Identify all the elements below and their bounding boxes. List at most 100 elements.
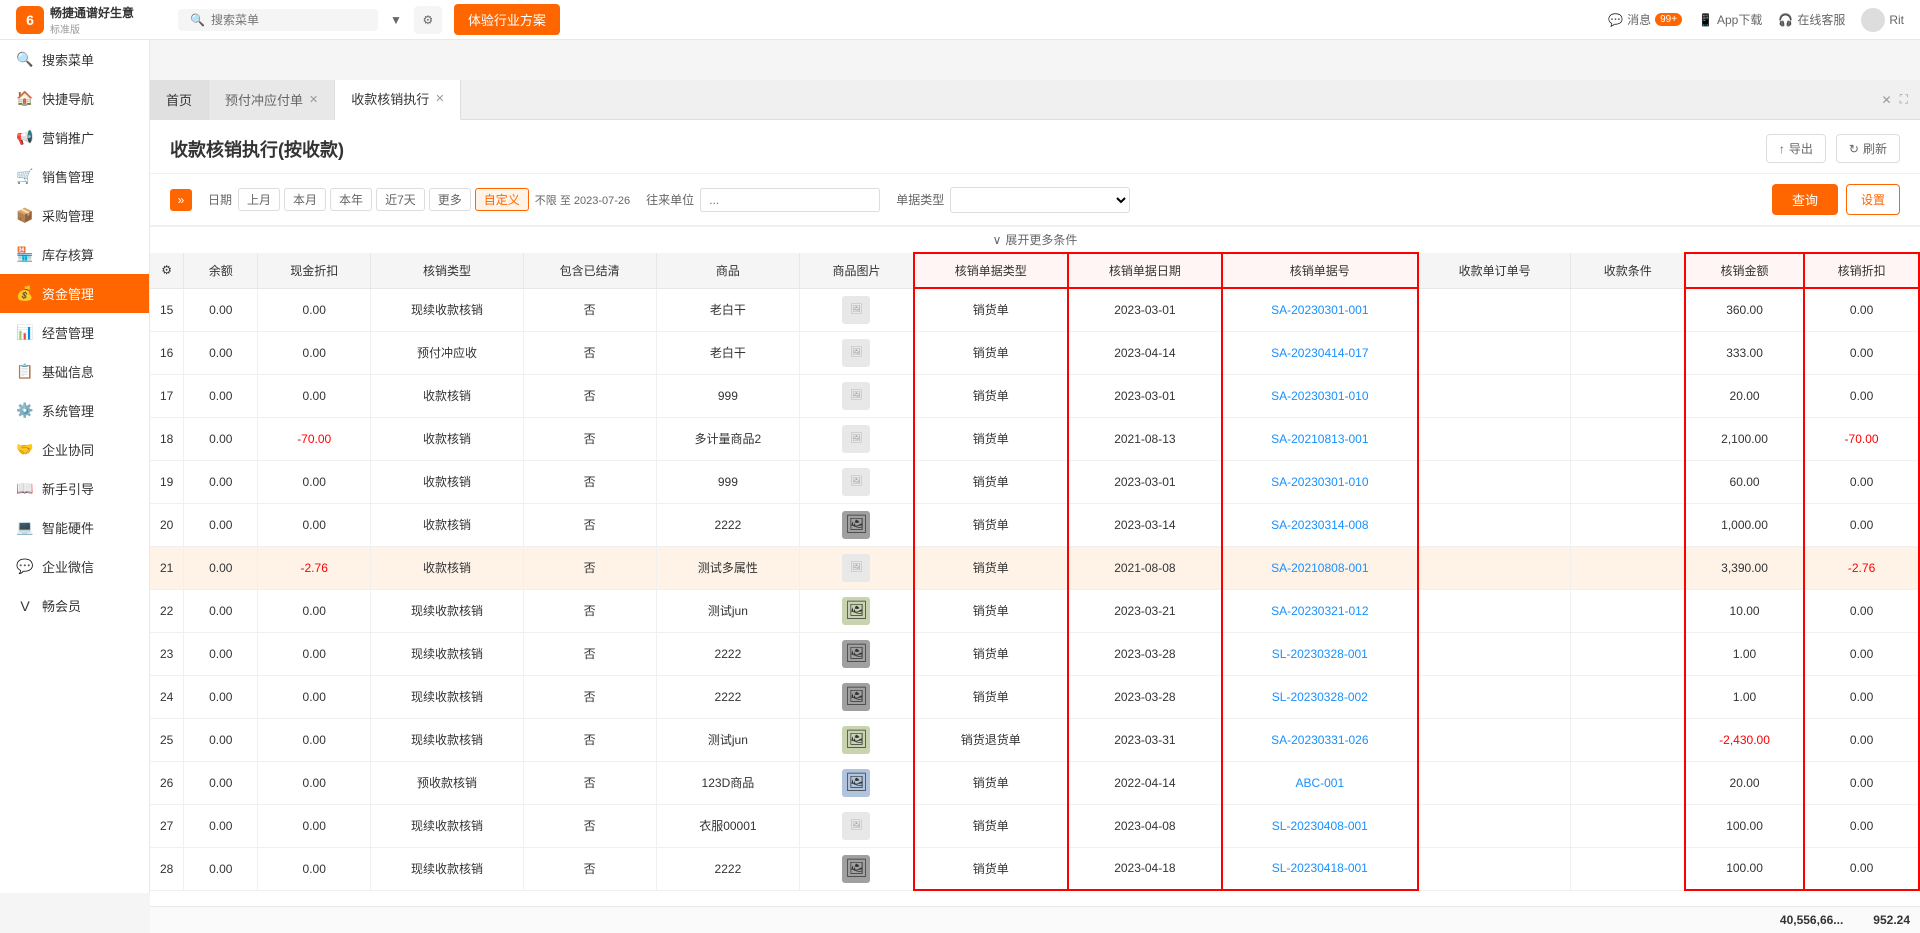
sidebar-item-finance[interactable]: 💰 资金管理	[0, 274, 149, 313]
table-row: 260.000.00预收款核销否123D商品🖼销货单2022-04-14ABC-…	[150, 761, 1919, 804]
row-number: 15	[150, 288, 184, 331]
maximize-icon[interactable]: ⛶	[1900, 92, 1908, 107]
total-discount-label: 952.24	[1873, 913, 1910, 927]
tab-home[interactable]: 首页	[150, 80, 209, 120]
sidebar-item-inventory[interactable]: 🏪 库存核算	[0, 235, 149, 274]
close-all-icon[interactable]: ✕	[1882, 93, 1892, 107]
tab-bar: 首页 预付冲应付单 ✕ 收款核销执行 ✕ ✕ ⛶	[150, 80, 1920, 120]
partner-filter-group: 往来单位	[646, 188, 880, 212]
inventory-icon: 🏪	[16, 246, 34, 264]
industry-button[interactable]: 体验行业方案	[454, 4, 560, 35]
filter-expand-button[interactable]: »	[170, 189, 192, 211]
sidebar-item-purchase[interactable]: 📦 采购管理	[0, 196, 149, 235]
col-header-writeoff-no: 核销单据号	[1222, 253, 1418, 288]
date-btn-last-month[interactable]: 上月	[238, 188, 280, 211]
voucher-type-select[interactable]	[950, 187, 1130, 213]
date-btn-7days[interactable]: 近7天	[376, 188, 425, 211]
table-row: 230.000.00现续收款核销否2222🖼销货单2023-03-28SL-20…	[150, 632, 1919, 675]
writeoff-no-link[interactable]: SL-20230418-001	[1272, 861, 1368, 875]
online-service-button[interactable]: 🎧 在线客服	[1778, 11, 1845, 28]
message-icon: 💬	[1608, 13, 1623, 27]
member-icon: V	[16, 597, 34, 615]
writeoff-no-link[interactable]: SA-20230331-026	[1271, 733, 1368, 747]
writeoff-no-link[interactable]: ABC-001	[1295, 776, 1344, 790]
col-header-writeoff-type: 核销类型	[371, 253, 523, 288]
product-image: 🖼	[842, 296, 870, 324]
partner-filter-label: 往来单位	[646, 191, 694, 208]
writeoff-no-link[interactable]: SA-20230301-010	[1271, 389, 1368, 403]
sidebar-item-wechat[interactable]: 💬 企业微信	[0, 547, 149, 586]
sidebar-item-quick-nav[interactable]: 🏠 快捷导航	[0, 79, 149, 118]
writeoff-no-link[interactable]: SA-20230301-010	[1271, 475, 1368, 489]
date-btn-more[interactable]: 更多	[429, 188, 471, 211]
product-image: 🖼	[842, 855, 870, 883]
query-button[interactable]: 查询	[1772, 184, 1838, 215]
tab-close-prepay[interactable]: ✕	[309, 93, 318, 106]
date-filter-label: 日期	[208, 191, 232, 208]
date-btn-this-year[interactable]: 本年	[330, 188, 372, 211]
col-header-settings[interactable]: ⚙	[150, 253, 184, 288]
date-btn-custom[interactable]: 自定义	[475, 188, 529, 211]
product-image: 🖼	[842, 640, 870, 668]
table-row: 160.000.00预付冲应收否老白干🖼销货单2023-04-14SA-2023…	[150, 331, 1919, 374]
writeoff-no-link[interactable]: SA-20230314-008	[1271, 518, 1368, 532]
search-input[interactable]	[211, 13, 351, 27]
refresh-icon: ↻	[1849, 142, 1859, 156]
writeoff-no-link[interactable]: SA-20230414-017	[1271, 346, 1368, 360]
partner-input[interactable]	[700, 188, 880, 212]
tab-bar-actions: ✕ ⛶	[1870, 92, 1920, 107]
gear-icon[interactable]: ⚙	[414, 6, 442, 34]
wechat-icon: 💬	[16, 558, 34, 576]
headset-icon: 🎧	[1778, 13, 1793, 27]
table-row: 240.000.00现续收款核销否2222🖼销货单2023-03-28SL-20…	[150, 675, 1919, 718]
chevron-down-icon: ∨	[993, 233, 1002, 247]
product-image: 🖼	[842, 382, 870, 410]
sidebar-item-guide[interactable]: 📖 新手引导	[0, 469, 149, 508]
app-download-button[interactable]: 📱 App下载	[1698, 11, 1762, 28]
main-content: 首页 预付冲应付单 ✕ 收款核销执行 ✕ ✕ ⛶ 收款核销执行(按收款) ↑ 导…	[150, 80, 1920, 933]
search-icon: 🔍	[16, 51, 34, 69]
col-header-writeoff-discount: 核销折扣	[1804, 253, 1919, 288]
settings-button[interactable]: 设置	[1846, 184, 1900, 215]
sidebar-item-marketing[interactable]: 📢 营销推广	[0, 118, 149, 157]
message-button[interactable]: 💬 消息 99+	[1608, 11, 1682, 28]
writeoff-no-link[interactable]: SA-20210813-001	[1271, 432, 1368, 446]
sidebar-item-sales[interactable]: 🛒 销售管理	[0, 157, 149, 196]
sidebar-item-operation[interactable]: 📊 经营管理	[0, 313, 149, 352]
basic-info-icon: 📋	[16, 363, 34, 381]
writeoff-no-link[interactable]: SA-20210808-001	[1271, 561, 1368, 575]
table-row: 250.000.00现续收款核销否测试jun🖼销货退货单2023-03-31SA…	[150, 718, 1919, 761]
tab-close-collection[interactable]: ✕	[435, 92, 444, 105]
enterprise-icon: 🤝	[16, 441, 34, 459]
operation-icon: 📊	[16, 324, 34, 342]
table-body: 150.000.00现续收款核销否老白干🖼销货单2023-03-01SA-202…	[150, 288, 1919, 890]
chevron-down-icon[interactable]: ▼	[390, 13, 402, 27]
row-number: 16	[150, 331, 184, 374]
writeoff-no-link[interactable]: SA-20230301-001	[1271, 303, 1368, 317]
sidebar-item-enterprise[interactable]: 🤝 企业协同	[0, 430, 149, 469]
writeoff-no-link[interactable]: SL-20230408-001	[1272, 819, 1368, 833]
date-btn-this-month[interactable]: 本月	[284, 188, 326, 211]
sidebar-item-search[interactable]: 🔍 搜索菜单	[0, 40, 149, 79]
search-bar[interactable]: 🔍	[178, 9, 378, 31]
writeoff-no-link[interactable]: SL-20230328-002	[1272, 690, 1368, 704]
purchase-icon: 📦	[16, 207, 34, 225]
export-button[interactable]: ↑ 导出	[1766, 134, 1826, 163]
more-conditions-bar[interactable]: ∨ 展开更多条件	[150, 226, 1920, 252]
refresh-button[interactable]: ↻ 刷新	[1836, 134, 1900, 163]
sidebar-item-system[interactable]: ⚙️ 系统管理	[0, 391, 149, 430]
user-profile[interactable]: Rit	[1861, 8, 1904, 32]
col-header-balance: 余额	[184, 253, 258, 288]
page-area: 收款核销执行(按收款) ↑ 导出 ↻ 刷新 » 日期 上月 本月	[150, 120, 1920, 933]
sidebar-item-basic-info[interactable]: 📋 基础信息	[0, 352, 149, 391]
tab-collection[interactable]: 收款核销执行 ✕	[335, 80, 461, 120]
sidebar-item-member[interactable]: V 畅会员	[0, 586, 149, 625]
home-icon: 🏠	[16, 90, 34, 108]
sidebar-item-hardware[interactable]: 💻 智能硬件	[0, 508, 149, 547]
col-header-writeoff-voucher-type: 核销单据类型	[914, 253, 1068, 288]
tab-prepay[interactable]: 预付冲应付单 ✕	[209, 80, 335, 120]
writeoff-no-link[interactable]: SL-20230328-001	[1272, 647, 1368, 661]
writeoff-no-link[interactable]: SA-20230321-012	[1271, 604, 1368, 618]
product-image: 🖼	[842, 425, 870, 453]
page-title: 收款核销执行(按收款)	[170, 136, 344, 162]
